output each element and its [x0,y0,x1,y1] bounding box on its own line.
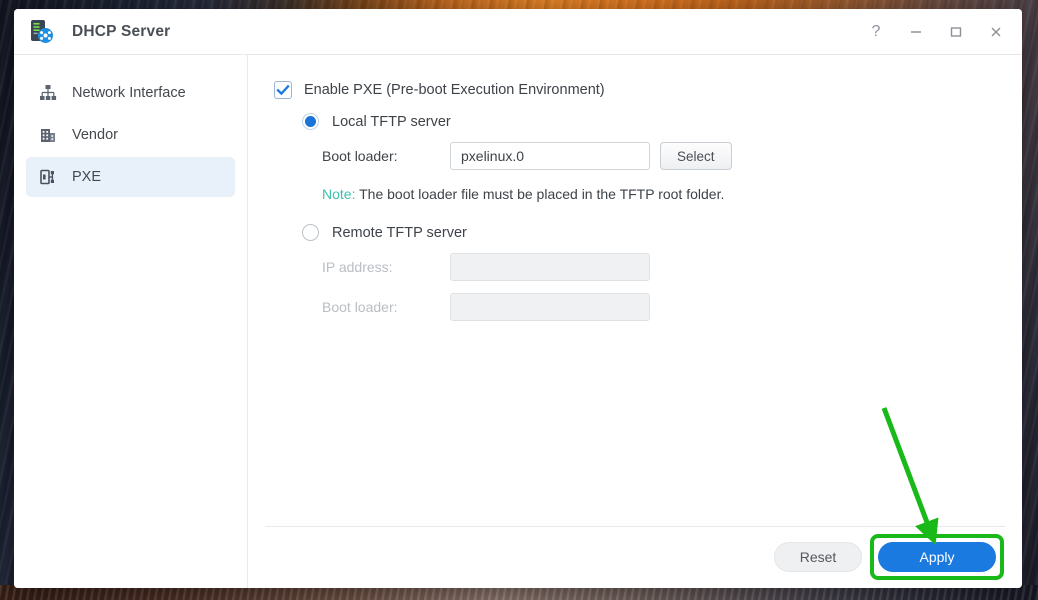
local-tftp-label: Local TFTP server [332,113,451,130]
sidebar-item-network-interface[interactable]: Network Interface [26,73,235,113]
sidebar-item-label: Network Interface [72,85,186,101]
enable-pxe-label: Enable PXE (Pre-boot Execution Environme… [304,82,605,98]
sidebar-item-pxe[interactable]: PXE [26,157,235,197]
dhcp-server-window: DHCP Server ? Network Interface Vendor P… [14,9,1022,588]
reset-button[interactable]: Reset [774,542,862,572]
sidebar-item-vendor[interactable]: Vendor [26,115,235,155]
remote-tftp-row[interactable]: Remote TFTP server [302,224,1004,241]
pxe-settings-form: Enable PXE (Pre-boot Execution Environme… [248,55,1022,526]
remote-ip-row: IP address: [322,253,1004,281]
sidebar-item-label: Vendor [72,127,118,143]
form-footer: Reset Apply [248,526,1022,588]
local-boot-loader-row: Boot loader: Select [322,142,1004,170]
network-tree-icon [38,83,58,103]
maximize-button[interactable] [936,12,976,52]
window-body: Network Interface Vendor PXE Enable PXE … [14,55,1022,588]
minimize-icon [911,31,921,33]
note-prefix: Note: [322,186,356,202]
maximize-icon [950,27,962,37]
building-icon [38,125,58,145]
local-tftp-row[interactable]: Local TFTP server [302,113,1004,130]
help-button[interactable]: ? [856,12,896,52]
dhcp-server-icon [26,17,56,47]
apply-button[interactable]: Apply [878,542,996,572]
close-icon [991,27,1001,37]
boot-loader-note: Note: The boot loader file must be place… [322,186,1004,202]
remote-boot-loader-input [450,293,650,321]
enable-pxe-checkbox[interactable] [274,81,292,99]
sidebar-item-label: PXE [72,169,102,185]
local-boot-loader-label: Boot loader: [322,148,398,164]
note-text: The boot loader file must be placed in t… [359,186,725,202]
enable-pxe-row[interactable]: Enable PXE (Pre-boot Execution Environme… [274,81,1004,99]
title-bar: DHCP Server ? [14,9,1022,55]
help-icon: ? [871,23,881,40]
content-panel: Enable PXE (Pre-boot Execution Environme… [248,55,1022,588]
remote-ip-input [450,253,650,281]
remote-boot-loader-label: Boot loader: [322,299,398,315]
remote-ip-label: IP address: [322,259,393,275]
pxe-server-icon [38,167,58,187]
local-boot-loader-input[interactable] [450,142,650,170]
local-tftp-radio[interactable] [302,113,319,130]
close-button[interactable] [976,12,1016,52]
remote-tftp-label: Remote TFTP server [332,224,467,241]
minimize-button[interactable] [896,12,936,52]
checkmark-icon [276,84,290,96]
remote-boot-loader-row: Boot loader: [322,293,1004,321]
remote-tftp-radio[interactable] [302,224,319,241]
sidebar: Network Interface Vendor PXE [14,55,248,588]
window-controls: ? [856,9,1016,55]
window-title: DHCP Server [72,22,171,40]
apply-button-wrapper: Apply [870,534,1004,580]
select-boot-loader-button[interactable]: Select [660,142,732,170]
